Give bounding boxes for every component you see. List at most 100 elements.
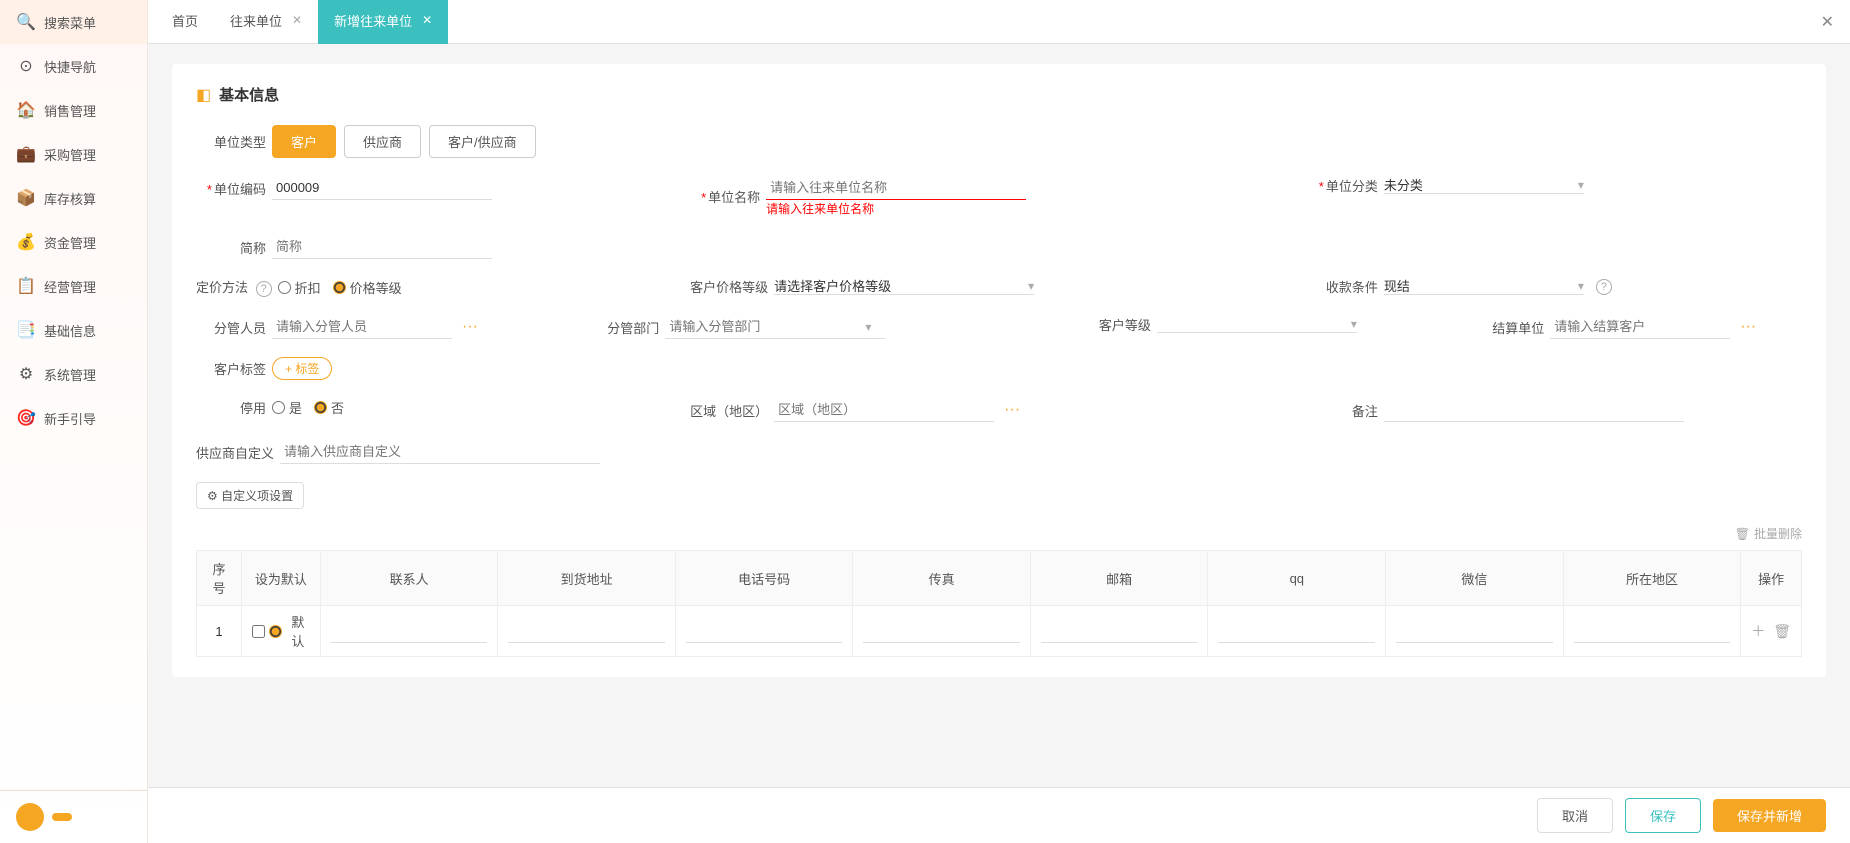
sidebar-label-system: 系统管理 [44, 365, 96, 384]
unit-type-both-btn[interactable]: 客户/供应商 [429, 125, 536, 158]
sidebar-item-quick-nav[interactable]: ⊙ 快捷导航 [0, 44, 147, 88]
cell-phone [675, 606, 853, 657]
col-wechat: 微信 [1386, 551, 1564, 606]
save-button[interactable]: 保存 [1625, 798, 1701, 833]
payment-terms-arrow: ▾ [1578, 279, 1584, 293]
tab-new-counterparty[interactable]: 新增往来单位 ✕ [318, 0, 448, 44]
default-radio[interactable] [269, 625, 282, 638]
disabled-no-label[interactable]: 否 [314, 398, 344, 417]
add-row-btn[interactable]: ＋ [1751, 621, 1765, 641]
settlement-unit-input[interactable] [1550, 315, 1730, 339]
sidebar-item-search[interactable]: 🔍 搜索菜单 [0, 0, 147, 44]
sidebar-item-guide[interactable]: 🎯 新手引导 [0, 396, 147, 440]
email-input[interactable] [1041, 619, 1198, 643]
delete-row-btn[interactable]: 🗑 [1773, 623, 1791, 640]
region-more-btn[interactable]: ··· [1000, 401, 1024, 419]
short-name-input[interactable] [272, 235, 492, 259]
qq-input[interactable] [1218, 619, 1375, 643]
tab-new-counterparty-label: 新增往来单位 [334, 11, 412, 30]
unit-code-input[interactable] [272, 176, 492, 200]
department-wrap: ▾ [665, 315, 885, 339]
sidebar-label-guide: 新手引导 [44, 409, 96, 428]
payment-terms-help-icon[interactable]: ? [1596, 279, 1612, 295]
tab-home[interactable]: 首页 [156, 0, 214, 44]
required-star-category: * [1319, 179, 1324, 194]
sidebar-item-operations[interactable]: 📋 经营管理 [0, 264, 147, 308]
disabled-yes-radio[interactable] [272, 401, 285, 414]
unit-name-input[interactable] [766, 176, 1026, 200]
region-table-input[interactable] [1574, 619, 1731, 643]
phone-input[interactable] [686, 619, 843, 643]
sidebar-label-sales: 销售管理 [44, 101, 96, 120]
customer-level-select[interactable] [1157, 317, 1351, 332]
wechat-input[interactable] [1396, 619, 1553, 643]
customer-price-level-select[interactable]: 请选择客户价格等级 [774, 279, 1028, 294]
cell-email [1030, 606, 1208, 657]
content-area: ◧ 基本信息 单位类型 客户 供应商 客户/供应商 [148, 44, 1850, 787]
tab-counterparty-close[interactable]: ✕ [292, 13, 302, 27]
sidebar-item-purchase[interactable]: 💼 采购管理 [0, 132, 147, 176]
col-region: 所在地区 [1563, 551, 1741, 606]
supplier-custom-input[interactable] [280, 440, 600, 464]
sidebar-label-search: 搜索菜单 [44, 13, 96, 32]
manager-more-btn[interactable]: ··· [458, 318, 482, 336]
pricing-help-icon[interactable]: ? [256, 281, 272, 297]
operations-icon: 📋 [16, 276, 36, 296]
unit-category-select[interactable]: 未分类 [1384, 178, 1578, 193]
manager-label: 分管人员 [196, 318, 266, 337]
col-seq: 序号 [197, 551, 242, 606]
sidebar-item-finance[interactable]: 💰 资金管理 [0, 220, 147, 264]
save-add-button[interactable]: 保存并新增 [1713, 799, 1826, 832]
cell-region [1563, 606, 1741, 657]
pricing-discount-radio-label[interactable]: 折扣 [278, 278, 321, 297]
address-input[interactable] [508, 619, 665, 643]
settlement-unit-more-btn[interactable]: ··· [1736, 318, 1760, 336]
manager-input[interactable] [272, 315, 452, 339]
region-input[interactable] [774, 398, 994, 422]
department-input[interactable] [665, 315, 865, 338]
disabled-yes-label[interactable]: 是 [272, 398, 302, 417]
home-icon: ⊙ [16, 56, 36, 76]
sidebar-label-operations: 经营管理 [44, 277, 96, 296]
custom-settings-row: ⚙ 自定义项设置 [196, 482, 1802, 509]
supplier-custom-label: 供应商自定义 [196, 443, 274, 462]
batch-delete-btn[interactable]: 🗑 批量删除 [1735, 525, 1802, 542]
remark-input[interactable] [1384, 398, 1684, 422]
customer-price-level-wrap: 请选择客户价格等级 ▾ [774, 279, 1034, 295]
add-tag-btn[interactable]: + 标签 [272, 357, 332, 380]
pricing-level-radio[interactable] [333, 281, 346, 294]
cancel-button[interactable]: 取消 [1537, 798, 1613, 833]
disabled-no-radio[interactable] [314, 401, 327, 414]
unit-type-supplier-btn[interactable]: 供应商 [344, 125, 421, 158]
pricing-row: 定价方法 ? 折扣 价格等级 客户 [196, 277, 1802, 297]
department-group: 分管部门 ▾ [589, 315, 1081, 339]
pricing-level-radio-label[interactable]: 价格等级 [333, 278, 402, 297]
unit-type-label: 单位类型 [196, 132, 266, 151]
customer-price-level-label: 客户价格等级 [690, 277, 768, 296]
sidebar-item-basic[interactable]: 📑 基础信息 [0, 308, 147, 352]
pricing-discount-radio[interactable] [278, 281, 291, 294]
tab-counterparty[interactable]: 往来单位 ✕ [214, 0, 318, 44]
payment-terms-select[interactable]: 现结 [1384, 279, 1578, 294]
unit-type-customer-btn[interactable]: 客户 [272, 125, 336, 158]
sidebar-item-system[interactable]: ⚙ 系统管理 [0, 352, 147, 396]
system-icon: ⚙ [16, 364, 36, 384]
sidebar-item-inventory[interactable]: 📦 库存核算 [0, 176, 147, 220]
cell-default: 默认 [241, 606, 320, 657]
unit-code-label: *单位编码 [196, 179, 266, 198]
custom-settings-btn[interactable]: ⚙ 自定义项设置 [196, 482, 304, 509]
default-radio-label[interactable]: 默认 [269, 612, 310, 650]
avatar [16, 803, 44, 831]
table-header-row: 序号 设为默认 联系人 到货地址 电话号码 传真 邮箱 qq 微信 所在地区 操… [197, 551, 1802, 606]
window-close-button[interactable]: ✕ [1821, 12, 1834, 32]
col-address: 到货地址 [498, 551, 676, 606]
tab-new-counterparty-close[interactable]: ✕ [422, 13, 432, 27]
fax-input[interactable] [863, 619, 1020, 643]
contact-input[interactable] [331, 619, 488, 643]
sidebar-label-finance: 资金管理 [44, 233, 96, 252]
settlement-unit-group: 结算单位 ··· [1474, 315, 1802, 339]
sidebar-item-sales[interactable]: 🏠 销售管理 [0, 88, 147, 132]
row-checkbox[interactable] [252, 625, 265, 638]
required-star-name: * [701, 190, 706, 205]
unit-code-group: *单位编码 [196, 176, 690, 200]
